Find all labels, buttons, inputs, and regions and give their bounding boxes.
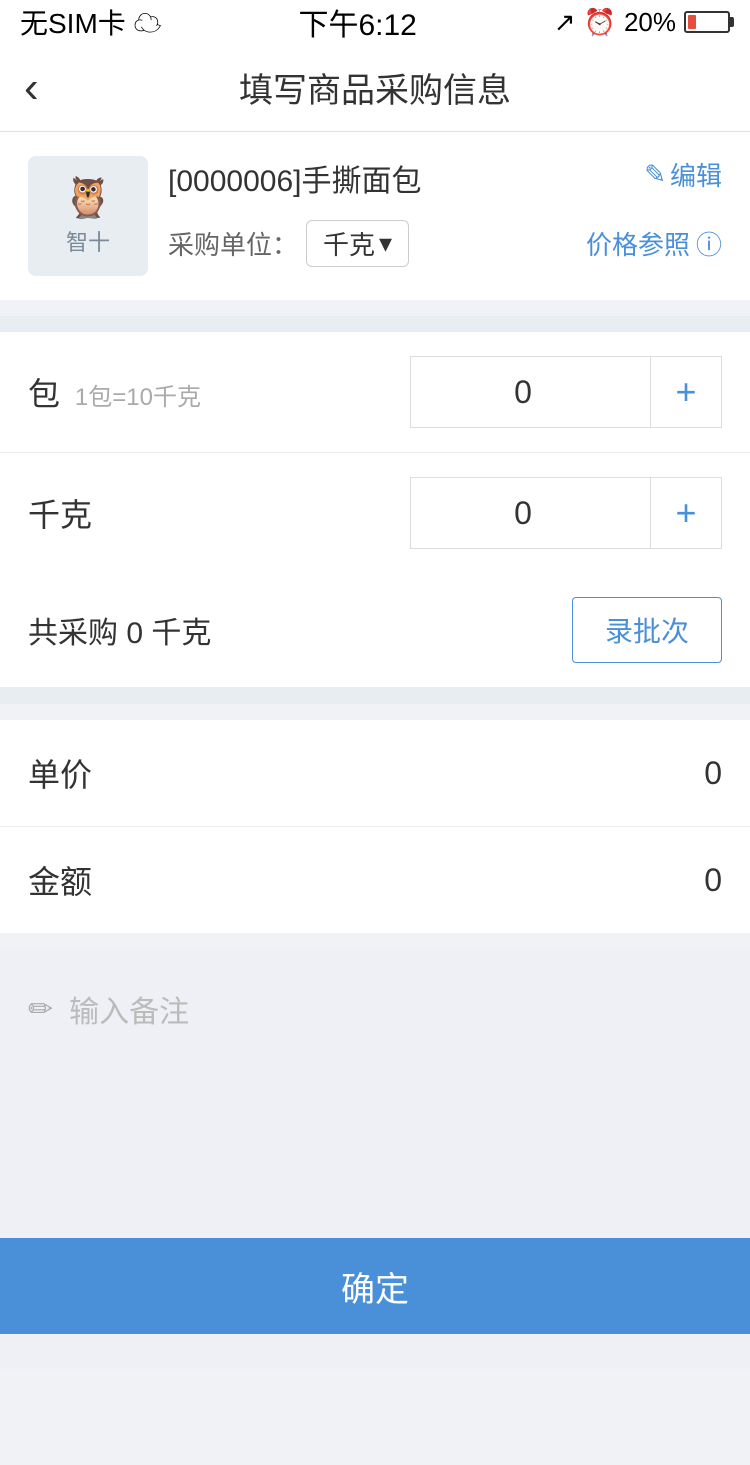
bag-sublabel: 1包=10千克	[75, 384, 201, 411]
edit-button[interactable]: ✎ 编辑	[644, 156, 722, 193]
unit-price-value: 0	[704, 755, 722, 792]
bag-input[interactable]	[410, 356, 650, 428]
status-left: 无SIM卡 ☁	[20, 2, 162, 42]
price-ref-help-icon: ⓘ	[696, 225, 722, 262]
location-icon: ↗	[554, 7, 576, 38]
kg-label: 千克	[28, 490, 92, 536]
price-ref-label: 价格参照	[586, 225, 690, 262]
price-section: 单价 0 金额 0	[0, 720, 750, 933]
bag-input-right: +	[410, 356, 722, 428]
kg-plus-button[interactable]: +	[650, 477, 722, 549]
bag-plus-button[interactable]: +	[650, 356, 722, 428]
purchase-unit-label: 采购单位：	[168, 225, 298, 262]
back-button[interactable]: ‹	[24, 66, 39, 110]
edit-label: 编辑	[670, 156, 722, 193]
alarm-icon: ⏰	[584, 7, 616, 38]
batch-button[interactable]: 录批次	[572, 597, 722, 663]
dropdown-icon: ▾	[379, 228, 392, 259]
sim-status: 无SIM卡 ☁	[20, 2, 162, 42]
nav-bar: ‹ 填写商品采购信息	[0, 44, 750, 132]
unit-select[interactable]: 千克 ▾	[306, 220, 409, 267]
unit-value: 千克	[323, 225, 375, 262]
summary-text: 共采购 0 千克	[28, 608, 211, 652]
product-meta: 采购单位： 千克 ▾ 价格参照 ⓘ	[168, 220, 722, 267]
status-right: ↗ ⏰ 20%	[554, 7, 730, 38]
amount-value: 0	[704, 862, 722, 899]
purchase-unit: 采购单位： 千克 ▾	[168, 220, 409, 267]
remark-section[interactable]: ✏ 输入备注	[0, 949, 750, 1069]
confirm-button-label: 确定	[341, 1262, 409, 1311]
pencil-icon: ✏	[28, 992, 53, 1027]
amount-label: 金额	[28, 857, 92, 903]
edit-icon: ✎	[644, 159, 666, 190]
amount-row: 金额 0	[0, 827, 750, 933]
status-time: 下午6:12	[298, 0, 416, 44]
battery-percentage: 20%	[624, 7, 676, 38]
section-divider-2	[0, 688, 750, 704]
bag-label-group: 包 1包=10千克	[28, 369, 201, 415]
product-owl-label: 智十	[66, 230, 110, 255]
bag-label: 包	[28, 376, 60, 412]
confirm-button[interactable]: 确定	[0, 1238, 750, 1334]
summary-row: 共采购 0 千克 录批次	[0, 573, 750, 688]
status-bar: 无SIM卡 ☁ 下午6:12 ↗ ⏰ 20%	[0, 0, 750, 44]
kg-input-row: 千克 +	[0, 453, 750, 573]
kg-input-right: +	[410, 477, 722, 549]
kg-input[interactable]	[410, 477, 650, 549]
input-section: 包 1包=10千克 + 千克 +	[0, 332, 750, 573]
battery-icon	[684, 11, 730, 33]
product-name: [0000006]手撕面包	[168, 156, 421, 200]
product-info: [0000006]手撕面包 ✎ 编辑 采购单位： 千克 ▾ 价格参照 ⓘ	[168, 156, 722, 267]
remark-placeholder: 输入备注	[69, 987, 189, 1031]
bag-input-row: 包 1包=10千克 +	[0, 332, 750, 453]
product-owl-icon: 🦉	[63, 174, 113, 221]
page-title: 填写商品采购信息	[239, 63, 511, 112]
product-header: [0000006]手撕面包 ✎ 编辑	[168, 156, 722, 200]
unit-price-label: 单价	[28, 750, 92, 796]
price-ref-button[interactable]: 价格参照 ⓘ	[586, 225, 722, 262]
product-image: 🦉 智十	[28, 156, 148, 276]
section-divider-1	[0, 316, 750, 332]
product-card: 🦉 智十 [0000006]手撕面包 ✎ 编辑 采购单位： 千克 ▾ 价格参照	[0, 132, 750, 300]
unit-price-row: 单价 0	[0, 720, 750, 827]
